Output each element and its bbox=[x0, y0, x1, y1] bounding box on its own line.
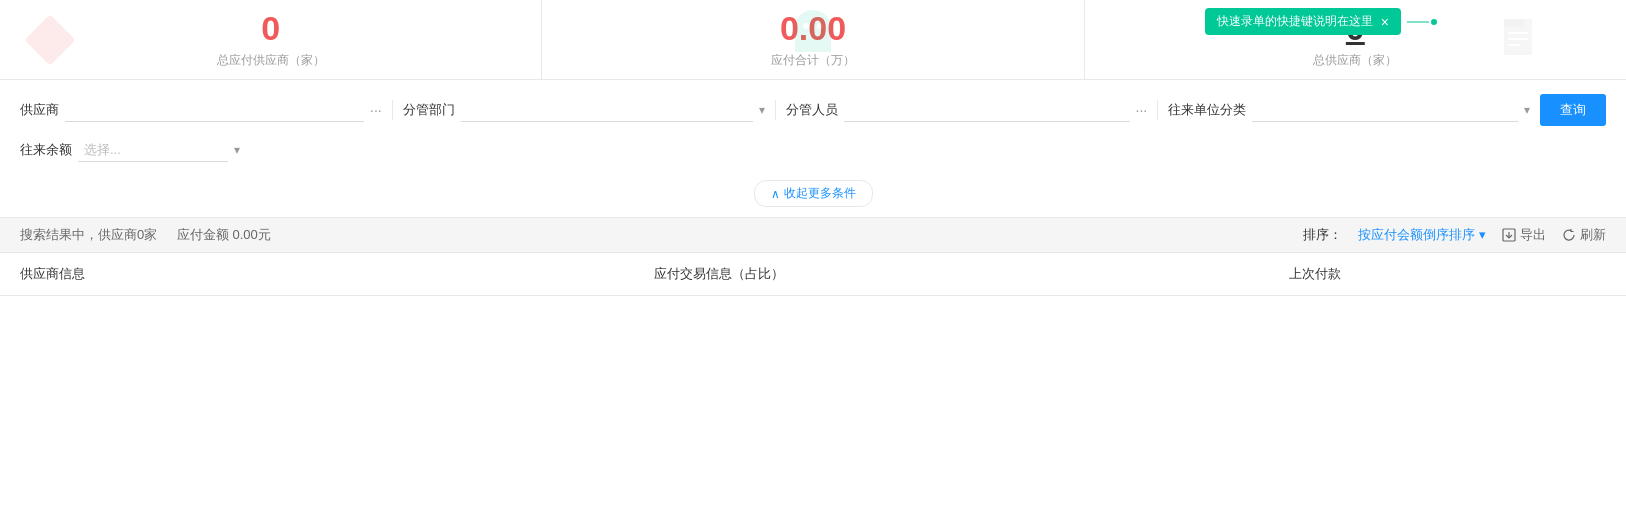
unit-category-label: 往来单位分类 bbox=[1168, 101, 1246, 119]
shortcut-tooltip: 快速录单的快捷键说明在这里 × bbox=[1205, 8, 1401, 35]
tooltip-dot bbox=[1429, 17, 1439, 27]
collapse-button[interactable]: ∧ 收起更多条件 bbox=[754, 180, 873, 207]
collapse-row: ∧ 收起更多条件 bbox=[20, 174, 1606, 217]
stat-total-suppliers: 快速录单的快捷键说明在这里 × 0 总供应商（家） bbox=[1085, 0, 1626, 79]
department-chevron[interactable]: ▾ bbox=[759, 103, 765, 117]
result-text: 搜索结果中，供应商0家 bbox=[20, 227, 157, 242]
sort-label: 排序： bbox=[1303, 226, 1342, 244]
result-bar: 搜索结果中，供应商0家 应付金额 0.00元 排序： 按应付会额倒序排序 ▾ 导… bbox=[0, 218, 1626, 253]
manager-input[interactable] bbox=[844, 98, 1130, 122]
col-header-last-payment: 上次付款 bbox=[1289, 265, 1606, 283]
balance-select[interactable]: 选择... bbox=[78, 138, 228, 162]
table-body bbox=[0, 296, 1626, 515]
filter-supplier: 供应商 ··· bbox=[20, 98, 382, 122]
export-label: 导出 bbox=[1520, 226, 1546, 244]
divider-2 bbox=[775, 100, 776, 120]
sort-option-text: 按应付会额倒序排序 bbox=[1358, 227, 1475, 242]
filter-row-1: 供应商 ··· 分管部门 ▾ 分管人员 ··· 往来单位分类 ▾ 查询 bbox=[20, 94, 1606, 126]
unit-category-chevron[interactable]: ▾ bbox=[1524, 103, 1530, 117]
col-header-transaction: 应付交易信息（占比） bbox=[654, 265, 1288, 283]
tooltip-line bbox=[1407, 21, 1431, 22]
refresh-icon bbox=[1562, 228, 1576, 242]
result-amount: 应付金额 0.00元 bbox=[177, 227, 271, 242]
divider-3 bbox=[1157, 100, 1158, 120]
doc-bg-icon bbox=[1496, 15, 1546, 65]
supplier-ellipsis[interactable]: ··· bbox=[370, 102, 382, 118]
diamond-bg-icon bbox=[24, 14, 76, 66]
filter-department: 分管部门 ▾ bbox=[403, 98, 765, 122]
tooltip-close-btn[interactable]: × bbox=[1381, 14, 1389, 30]
divider-1 bbox=[392, 100, 393, 120]
manager-label: 分管人员 bbox=[786, 101, 838, 119]
stat-label-payable-suppliers: 总应付供应商（家） bbox=[217, 52, 325, 69]
svg-rect-8 bbox=[1504, 19, 1524, 27]
refresh-button[interactable]: 刷新 bbox=[1562, 226, 1606, 244]
export-button[interactable]: 导出 bbox=[1502, 226, 1546, 244]
balance-label: 往来余额 bbox=[20, 141, 72, 159]
supplier-input[interactable] bbox=[65, 98, 364, 122]
sort-select[interactable]: 按应付会额倒序排序 ▾ bbox=[1358, 226, 1486, 244]
tooltip-text: 快速录单的快捷键说明在这里 bbox=[1217, 13, 1373, 30]
filter-unit-category: 往来单位分类 ▾ bbox=[1168, 98, 1530, 122]
stat-label-total-suppliers: 总供应商（家） bbox=[1313, 52, 1397, 69]
stat-payable-amount: 0.00 应付合计（万） bbox=[542, 0, 1084, 79]
result-actions: 排序： 按应付会额倒序排序 ▾ 导出 刷新 bbox=[1303, 226, 1606, 244]
balance-chevron[interactable]: ▾ bbox=[234, 143, 240, 157]
department-input[interactable] bbox=[461, 98, 753, 122]
stat-number-payable-suppliers: 0 bbox=[261, 10, 280, 47]
manager-ellipsis[interactable]: ··· bbox=[1136, 102, 1148, 118]
result-summary: 搜索结果中，供应商0家 应付金额 0.00元 bbox=[20, 226, 271, 244]
svg-point-6 bbox=[817, 23, 823, 29]
search-button[interactable]: 查询 bbox=[1540, 94, 1606, 126]
unit-category-input[interactable] bbox=[1252, 98, 1518, 122]
table-header: 供应商信息 应付交易信息（占比） 上次付款 bbox=[0, 253, 1626, 296]
filter-balance: 往来余额 选择... ▾ bbox=[20, 138, 240, 162]
stat-payable-suppliers: 0 总应付供应商（家） bbox=[0, 0, 542, 79]
refresh-label: 刷新 bbox=[1580, 226, 1606, 244]
collapse-icon: ∧ bbox=[771, 187, 780, 201]
filter-row-2: 往来余额 选择... ▾ bbox=[20, 138, 1606, 162]
col-header-supplier: 供应商信息 bbox=[20, 265, 654, 283]
collapse-label: 收起更多条件 bbox=[784, 185, 856, 202]
filter-area: 供应商 ··· 分管部门 ▾ 分管人员 ··· 往来单位分类 ▾ 查询 bbox=[0, 80, 1626, 218]
department-label: 分管部门 bbox=[403, 101, 455, 119]
export-icon bbox=[1502, 228, 1516, 242]
top-stats-bar: 0 总应付供应商（家） 0.00 应付合计（万） 快速录单的快捷键说明在这里 × bbox=[0, 0, 1626, 80]
svg-point-5 bbox=[803, 23, 809, 29]
sort-chevron: ▾ bbox=[1479, 227, 1486, 242]
ghost-bg-icon bbox=[781, 4, 845, 68]
supplier-label: 供应商 bbox=[20, 101, 59, 119]
filter-manager: 分管人员 ··· bbox=[786, 98, 1148, 122]
